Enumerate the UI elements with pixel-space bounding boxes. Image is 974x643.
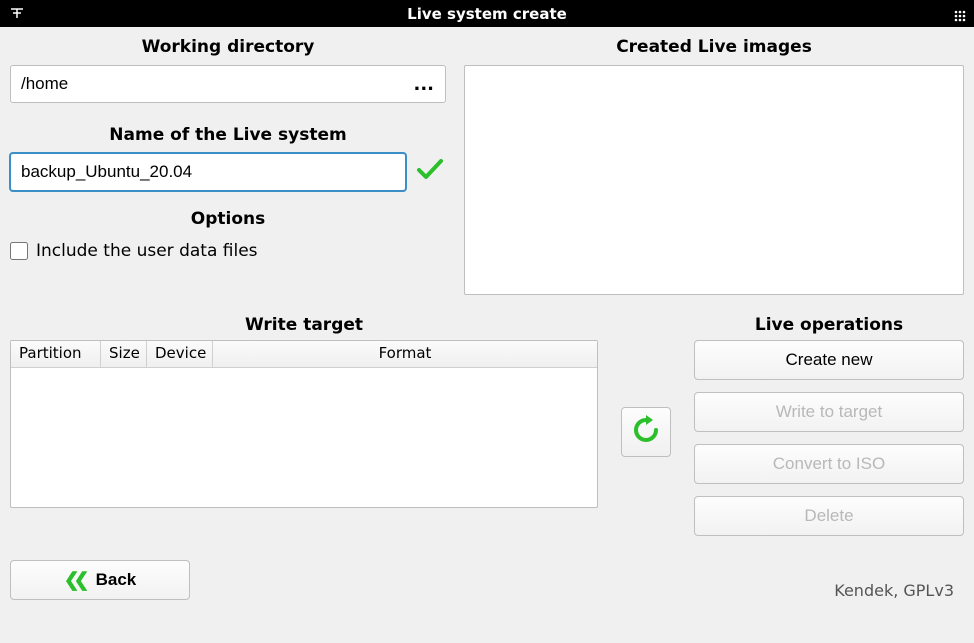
refresh-icon (631, 415, 661, 448)
table-header-row: Partition Size Device Format (11, 341, 597, 368)
convert-to-iso-button[interactable]: Convert to ISO (694, 444, 964, 484)
grid-menu-icon[interactable] (954, 8, 966, 26)
write-target-label: Write target (10, 315, 598, 335)
credits-label: Kendek, GPLv3 (834, 581, 964, 600)
include-user-data-row[interactable]: Include the user data files (10, 241, 446, 261)
create-new-button[interactable]: Create new (694, 340, 964, 380)
created-images-label: Created Live images (464, 37, 964, 57)
include-user-data-checkbox[interactable] (10, 242, 28, 260)
write-target-table[interactable]: Partition Size Device Format (10, 340, 598, 508)
col-partition[interactable]: Partition (11, 341, 101, 367)
include-user-data-label: Include the user data files (36, 241, 258, 261)
browse-directory-button[interactable]: ... (413, 74, 434, 95)
created-images-list[interactable] (464, 65, 964, 295)
working-directory-input[interactable] (10, 65, 446, 103)
back-button-label: Back (96, 570, 137, 590)
col-size[interactable]: Size (101, 341, 147, 367)
valid-checkmark-icon (414, 153, 446, 191)
back-button[interactable]: ❮❮ Back (10, 560, 190, 600)
refresh-button[interactable] (621, 407, 671, 457)
delete-button[interactable]: Delete (694, 496, 964, 536)
write-to-target-button[interactable]: Write to target (694, 392, 964, 432)
live-name-input[interactable] (10, 153, 406, 191)
back-chevrons-icon: ❮❮ (64, 569, 84, 592)
keep-on-top-icon[interactable] (10, 6, 24, 24)
live-operations-label: Live operations (694, 315, 964, 335)
working-directory-label: Working directory (10, 37, 446, 57)
col-device[interactable]: Device (147, 341, 213, 367)
live-name-label: Name of the Live system (10, 125, 446, 145)
options-label: Options (10, 209, 446, 229)
window-titlebar: Live system create (0, 0, 974, 27)
window-title: Live system create (407, 5, 567, 23)
col-format[interactable]: Format (213, 341, 597, 367)
